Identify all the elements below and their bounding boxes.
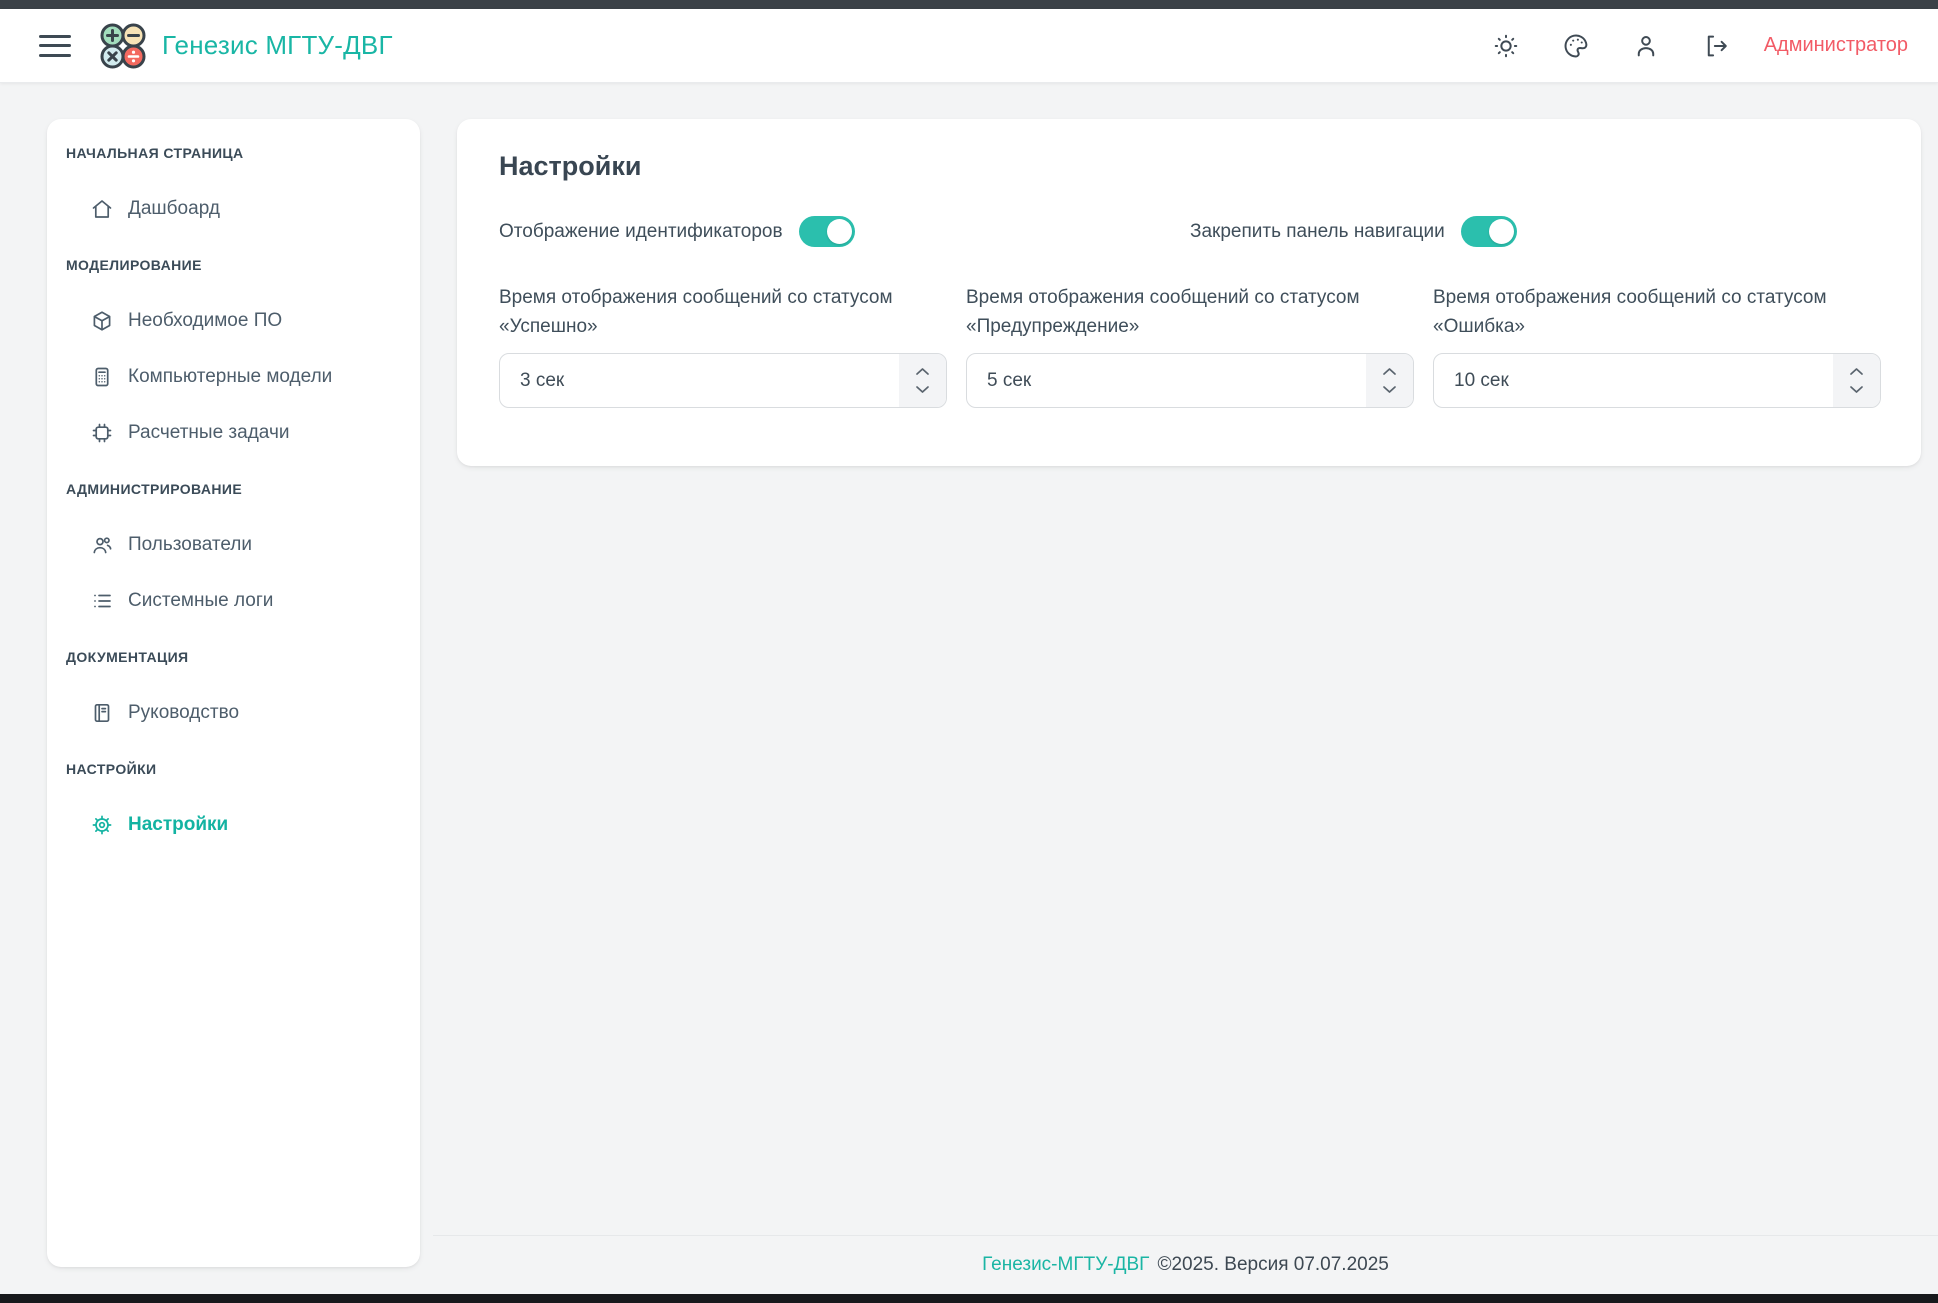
calculator-icon — [90, 365, 114, 389]
sidebar-item-dashboard[interactable]: Дашбоард — [47, 181, 420, 237]
sidebar-nav: НАЧАЛЬНАЯ СТРАНИЦА Дашбоард МОДЕЛИРОВАНИ… — [47, 119, 420, 1267]
success-duration-input[interactable] — [499, 353, 947, 408]
success-duration-spinner — [899, 354, 946, 407]
sidebar-section-settings: НАСТРОЙКИ — [66, 761, 157, 777]
toggle-knob — [826, 219, 852, 244]
identifiers-toggle-label: Отображение идентификаторов — [499, 220, 783, 242]
user-role-label[interactable]: Администратор — [1764, 34, 1908, 57]
toggle-knob — [1488, 219, 1514, 244]
menu-hamburger-icon[interactable] — [38, 33, 72, 59]
decrement-arrow-icon[interactable] — [915, 385, 930, 394]
decrement-arrow-icon[interactable] — [1849, 385, 1864, 394]
error-duration-label: Время отображения сообщений со статусом … — [1433, 287, 1827, 337]
sidebar-section-administration: АДМИНИСТРИРОВАНИЕ — [66, 481, 243, 497]
sidebar-section-modeling: МОДЕЛИРОВАНИЕ — [66, 257, 202, 273]
warning-duration-input[interactable] — [966, 353, 1414, 408]
gear-icon — [90, 813, 114, 837]
logout-icon[interactable] — [1702, 32, 1730, 60]
increment-arrow-icon[interactable] — [1382, 367, 1397, 376]
sidebar-item-computer-models[interactable]: Компьютерные модели — [47, 349, 420, 405]
footer-copyright: ©2025. Версия 07.07.2025 — [1157, 1254, 1389, 1275]
sidebar-item-settings[interactable]: Настройки — [47, 797, 420, 853]
decrement-arrow-icon[interactable] — [1382, 385, 1397, 394]
pin-nav-toggle[interactable] — [1460, 216, 1517, 247]
error-duration-input[interactable] — [1433, 353, 1881, 408]
theme-sun-icon[interactable] — [1492, 32, 1520, 60]
app-footer: Генезис-МГТУ-ДВГ ©2025. Версия 07.07.202… — [433, 1235, 1938, 1294]
warning-duration-label: Время отображения сообщений со статусом … — [966, 287, 1360, 337]
list-icon — [90, 589, 114, 613]
settings-panel: Настройки Отображение идентификаторов За… — [457, 119, 1921, 466]
window-top-strip — [0, 0, 1938, 9]
success-duration-label: Время отображения сообщений со статусом … — [499, 287, 893, 337]
user-icon[interactable] — [1632, 32, 1660, 60]
package-icon — [90, 309, 114, 333]
palette-icon[interactable] — [1562, 32, 1590, 60]
footer-app-link[interactable]: Генезис-МГТУ-ДВГ — [982, 1254, 1149, 1276]
identifiers-toggle[interactable] — [798, 216, 855, 247]
error-duration-spinner — [1833, 354, 1880, 407]
sidebar-item-users[interactable]: Пользователи — [47, 517, 420, 573]
home-icon — [90, 197, 114, 221]
sidebar-item-required-software[interactable]: Необходимое ПО — [47, 293, 420, 349]
app-header: Генезис МГТУ-ДВГ Администратор — [0, 9, 1938, 83]
sidebar-item-system-logs[interactable]: Системные логи — [47, 573, 420, 629]
app-logo-icon — [98, 21, 148, 71]
sidebar-section-documentation: ДОКУМЕНТАЦИЯ — [66, 649, 189, 665]
increment-arrow-icon[interactable] — [915, 367, 930, 376]
app-title: Генезис МГТУ-ДВГ — [162, 30, 393, 60]
book-icon — [90, 701, 114, 725]
window-bottom-strip — [0, 1294, 1938, 1303]
page-title: Настройки — [499, 151, 642, 181]
sidebar-section-home: НАЧАЛЬНАЯ СТРАНИЦА — [66, 145, 244, 161]
warning-duration-spinner — [1366, 354, 1413, 407]
sidebar-item-calculation-tasks[interactable]: Расчетные задачи — [47, 405, 420, 461]
cpu-icon — [90, 421, 114, 445]
users-icon — [90, 533, 114, 557]
increment-arrow-icon[interactable] — [1849, 367, 1864, 376]
sidebar-item-manual[interactable]: Руководство — [47, 685, 420, 741]
pin-nav-toggle-label: Закрепить панель навигации — [1190, 220, 1445, 242]
